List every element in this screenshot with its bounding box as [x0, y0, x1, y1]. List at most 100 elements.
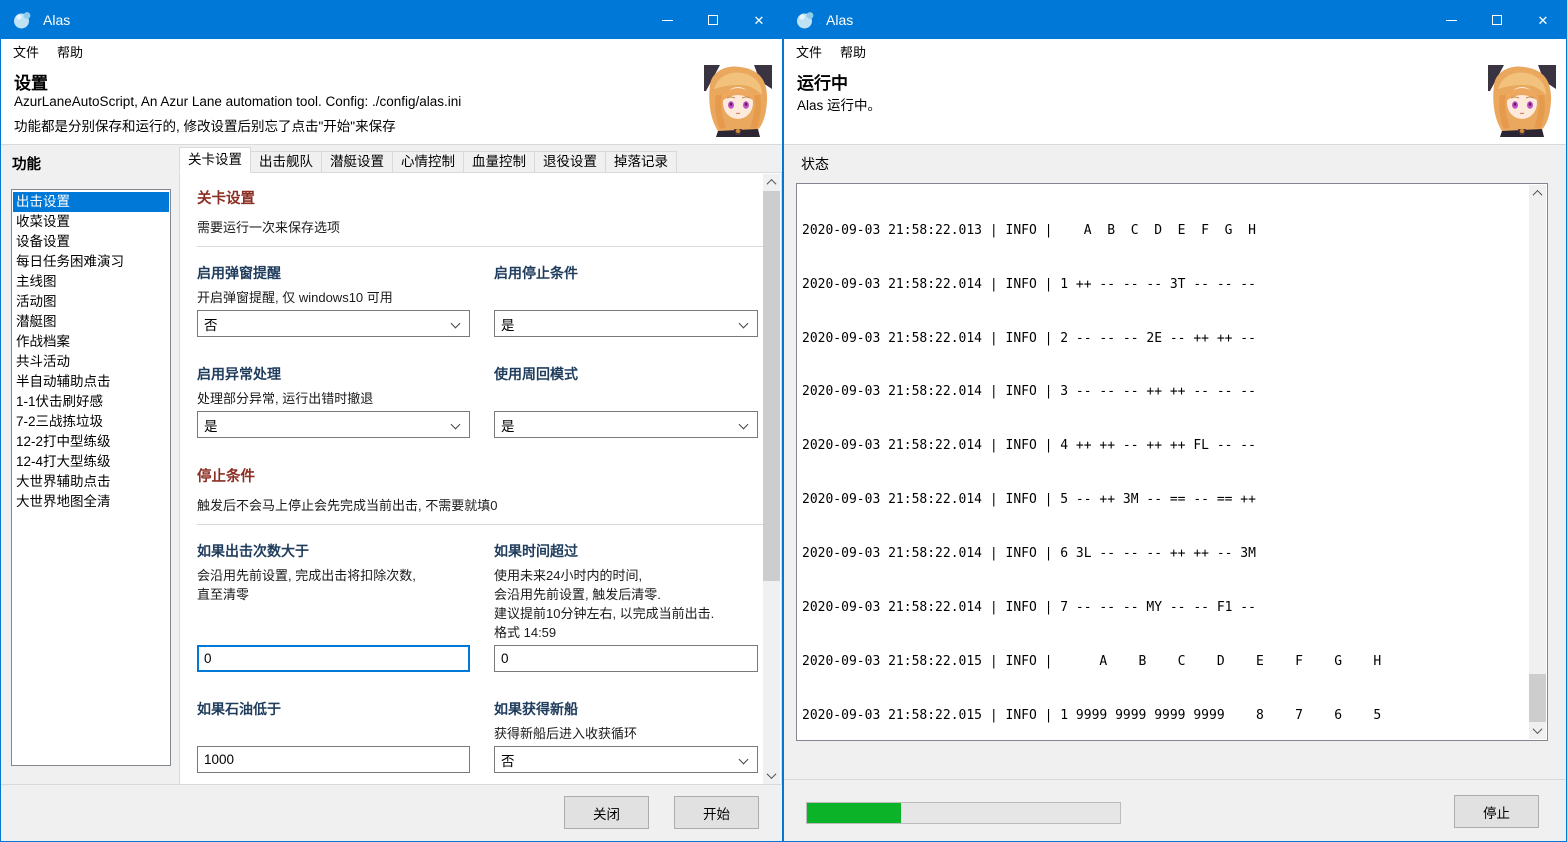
left-header: 设置 AzurLaneAutoScript, An Azur Lane auto…: [1, 63, 782, 145]
log-line: 2020-09-03 21:58:22.014 | INFO | 1 ++ --…: [802, 276, 1528, 294]
left-close-button[interactable]: ✕: [736, 1, 782, 39]
chevron-down-icon: [739, 755, 749, 765]
field-desc: 使用未来24小时内的时间, 会沿用先前设置, 触发后清零. 建议提前10分钟左右…: [494, 565, 758, 641]
field-desc: 处理部分异常, 运行出错时撤退: [197, 388, 470, 407]
if-new-ship-select[interactable]: 否: [494, 746, 758, 773]
field-desc: 获得新船后进入收获循环: [494, 723, 758, 742]
stop-button[interactable]: 停止: [1454, 795, 1539, 828]
sidebar-item-14[interactable]: 大世界辅助点击: [13, 472, 169, 492]
settings-window: Alas ✕ 文件 帮助 设置 AzurLaneAutoScript, An A…: [0, 0, 783, 842]
popup-select[interactable]: 否: [197, 310, 470, 337]
app-logo-icon: [12, 9, 34, 31]
form-row-1: 启用弹窗提醒 开启弹窗提醒, 仅 windows10 可用 否 启用停止条件 是: [197, 263, 763, 337]
running-subtitle: Alas 运行中。: [797, 94, 881, 114]
exception-select[interactable]: 是: [197, 411, 470, 438]
field-label: 如果石油低于: [197, 699, 470, 719]
left-maximize-button[interactable]: [690, 1, 736, 39]
sidebar-item-3[interactable]: 每日任务困难演习: [13, 252, 169, 272]
right-titlebar[interactable]: Alas ✕: [784, 1, 1566, 39]
left-minimize-button[interactable]: [644, 1, 690, 39]
field-label: 使用周回模式: [494, 364, 758, 384]
page-subtitle-2: 功能都是分别保存和运行的, 修改设置后别忘了点击"开始"来保存: [14, 115, 396, 135]
sidebar-item-12[interactable]: 12-2打中型练级: [13, 432, 169, 452]
scroll-down-button[interactable]: [763, 767, 780, 784]
loop-mode-select[interactable]: 是: [494, 411, 758, 438]
stop-condition-select[interactable]: 是: [494, 310, 758, 337]
right-maximize-button[interactable]: [1474, 1, 1520, 39]
scroll-up-button[interactable]: [1529, 185, 1546, 202]
settings-tabstrip: 关卡设置 出击舰队 潜艇设置 心情控制 血量控制 退役设置 掉落记录: [179, 147, 676, 173]
chevron-down-icon: [451, 319, 461, 329]
log-line: 2020-09-03 21:58:22.014 | INFO | 7 -- --…: [802, 599, 1528, 617]
chevron-up-icon: [1533, 190, 1543, 200]
menu-file[interactable]: 文件: [787, 39, 831, 63]
chevron-down-icon: [1533, 724, 1543, 734]
left-footer: 关闭 开始: [1, 784, 782, 841]
right-menubar: 文件 帮助: [784, 39, 1566, 63]
sidebar-item-13[interactable]: 12-4打大型练级: [13, 452, 169, 472]
if-time-input[interactable]: [494, 645, 758, 672]
sidebar-item-7[interactable]: 作战档案: [13, 332, 169, 352]
tab-hp[interactable]: 血量控制: [463, 151, 535, 173]
sidebar-item-10[interactable]: 1-1伏击刷好感: [13, 392, 169, 412]
if-oil-input[interactable]: [197, 746, 470, 773]
sidebar-item-9[interactable]: 半自动辅助点击: [13, 372, 169, 392]
progress-fill: [807, 803, 901, 823]
popup-select-value: 否: [204, 314, 218, 334]
scroll-down-button[interactable]: [1529, 722, 1546, 739]
settings-scrollbar[interactable]: [763, 174, 780, 784]
stage-settings-panel: 关卡设置 需要运行一次来保存选项 启用弹窗提醒 开启弹窗提醒, 仅 window…: [179, 172, 782, 786]
log-line: 2020-09-03 21:58:22.014 | INFO | 6 3L --…: [802, 545, 1528, 563]
scroll-thumb[interactable]: [763, 191, 780, 581]
function-listbox[interactable]: 出击设置 收菜设置 设备设置 每日任务困难演习 主线图 活动图 潜艇图 作战档案…: [11, 189, 171, 766]
chevron-down-icon: [739, 420, 749, 430]
settings-form: 关卡设置 需要运行一次来保存选项 启用弹窗提醒 开启弹窗提醒, 仅 window…: [180, 173, 763, 785]
chevron-down-icon: [451, 420, 461, 430]
tab-stage-settings[interactable]: 关卡设置: [179, 147, 251, 173]
menu-help[interactable]: 帮助: [831, 39, 875, 63]
section-desc-stage: 需要运行一次来保存选项: [197, 217, 763, 236]
right-close-button[interactable]: ✕: [1520, 1, 1566, 39]
avatar-image: [704, 65, 772, 137]
field-loop-mode: 使用周回模式 是: [494, 364, 758, 438]
left-titlebar[interactable]: Alas ✕: [1, 1, 782, 39]
sidebar-item-5[interactable]: 活动图: [13, 292, 169, 312]
sidebar-item-4[interactable]: 主线图: [13, 272, 169, 292]
log-textbox[interactable]: 2020-09-03 21:58:22.013 | INFO | A B C D…: [796, 183, 1548, 741]
tab-retire[interactable]: 退役设置: [534, 151, 606, 173]
close-app-button[interactable]: 关闭: [564, 796, 649, 829]
log-line: 2020-09-03 21:58:22.015 | INFO | A B C D…: [802, 653, 1528, 671]
start-button[interactable]: 开始: [674, 796, 759, 829]
minimize-icon: [662, 20, 673, 21]
status-label: 状态: [801, 154, 829, 174]
tab-drop-record[interactable]: 掉落记录: [605, 151, 677, 173]
scroll-up-button[interactable]: [763, 174, 780, 191]
scroll-thumb[interactable]: [1529, 674, 1546, 722]
right-footer: 停止: [784, 779, 1566, 841]
sidebar-item-2[interactable]: 设备设置: [13, 232, 169, 252]
maximize-icon: [708, 15, 718, 25]
sidebar-item-1[interactable]: 收菜设置: [13, 212, 169, 232]
sidebar-item-11[interactable]: 7-2三战拣垃圾: [13, 412, 169, 432]
left-body: 功能 出击设置 收菜设置 设备设置 每日任务困难演习 主线图 活动图 潜艇图 作…: [1, 145, 782, 841]
running-title: 运行中: [797, 69, 848, 94]
if-count-input[interactable]: [197, 645, 470, 672]
loop-mode-select-value: 是: [501, 415, 515, 435]
sidebar-item-0[interactable]: 出击设置: [13, 192, 169, 212]
log-scrollbar[interactable]: [1529, 185, 1546, 739]
right-minimize-button[interactable]: [1428, 1, 1474, 39]
close-icon: ✕: [754, 14, 765, 27]
field-if-count: 如果出击次数大于 会沿用先前设置, 完成出击将扣除次数, 直至清零: [197, 541, 470, 672]
field-exception: 启用异常处理 处理部分异常, 运行出错时撤退 是: [197, 364, 470, 438]
menu-file[interactable]: 文件: [4, 39, 48, 63]
log-line: 2020-09-03 21:58:22.015 | INFO | 1 9999 …: [802, 707, 1528, 725]
page-title: 设置: [14, 69, 48, 94]
field-label: 如果获得新船: [494, 699, 758, 719]
sidebar-item-15[interactable]: 大世界地图全清: [13, 492, 169, 512]
tab-submarine[interactable]: 潜艇设置: [321, 151, 393, 173]
tab-fleet[interactable]: 出击舰队: [250, 151, 322, 173]
sidebar-item-8[interactable]: 共斗活动: [13, 352, 169, 372]
tab-emotion[interactable]: 心情控制: [392, 151, 464, 173]
menu-help[interactable]: 帮助: [48, 39, 92, 63]
sidebar-item-6[interactable]: 潜艇图: [13, 312, 169, 332]
